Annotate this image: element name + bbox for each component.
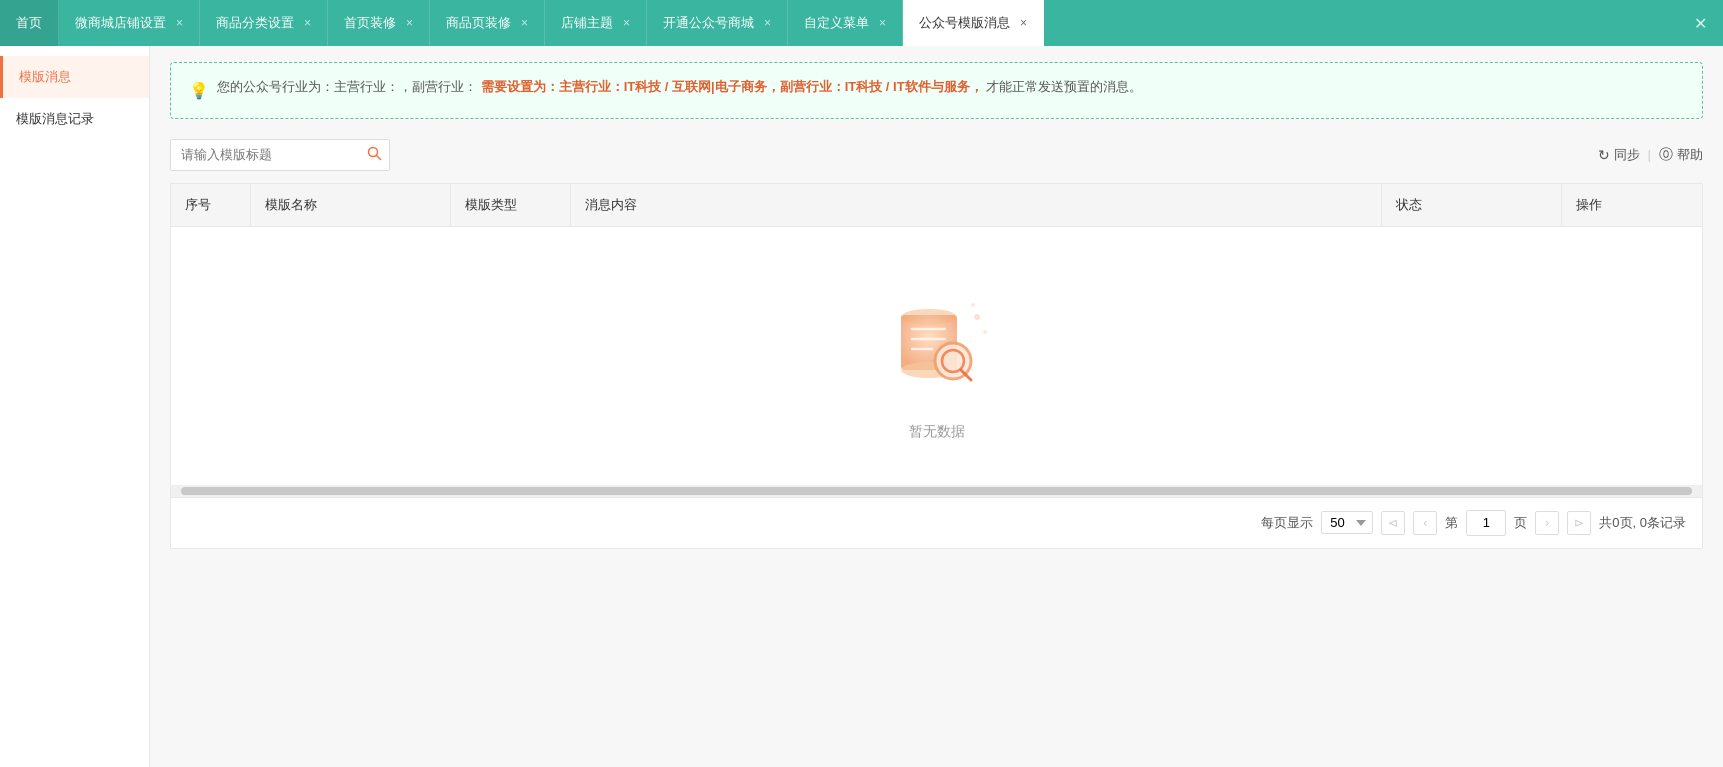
svg-line-1 — [377, 155, 381, 159]
th-seq: 序号 — [171, 184, 251, 226]
nav-tab-productpage-label: 商品页装修 — [446, 14, 511, 32]
notice-highlight: 需要设置为：主营行业：IT科技 / 互联网|电子商务，副营行业：IT科技 / I… — [481, 79, 983, 94]
nav-tab-home[interactable]: 首页 — [0, 0, 59, 46]
search-bar: ↻ 同步 | ⓪ 帮助 — [170, 139, 1703, 171]
sync-button[interactable]: ↻ 同步 — [1598, 146, 1640, 164]
horizontal-scrollbar[interactable] — [171, 485, 1702, 497]
svg-point-13 — [971, 303, 975, 307]
nav-tab-homepage-close[interactable]: × — [406, 16, 413, 30]
search-left — [170, 139, 390, 171]
nav-tab-openstore-label: 开通公众号商城 — [663, 14, 754, 32]
nav-tab-templatemsg-close[interactable]: × — [1020, 16, 1027, 30]
divider: | — [1648, 147, 1651, 162]
nav-tab-wshop-close[interactable]: × — [176, 16, 183, 30]
sidebar-item-template-msg-label: 模版消息 — [19, 69, 71, 84]
nav-tab-home-label: 首页 — [16, 14, 42, 32]
th-status: 状态 — [1382, 184, 1562, 226]
svg-point-12 — [983, 330, 987, 334]
prev-page-button[interactable]: ‹ — [1413, 511, 1437, 535]
empty-state: 暂无数据 — [171, 227, 1702, 481]
th-content: 消息内容 — [571, 184, 1382, 226]
help-label: 帮助 — [1677, 146, 1703, 164]
sidebar: 模版消息 模版消息记录 — [0, 46, 150, 767]
pagination: 每页显示 10 20 50 100 ⊲ ‹ 第 页 › ⊳ 共0页, 0条记录 — [171, 497, 1702, 548]
nav-tab-wshop[interactable]: 微商城店铺设置 × — [59, 0, 200, 46]
page-size-select[interactable]: 10 20 50 100 — [1321, 511, 1373, 534]
nav-tab-theme[interactable]: 店铺主题 × — [545, 0, 647, 46]
table-header: 序号 模版名称 模版类型 消息内容 状态 操作 — [171, 184, 1702, 227]
sync-icon: ↻ — [1598, 147, 1610, 163]
nav-tab-category-label: 商品分类设置 — [216, 14, 294, 32]
nav-tab-productpage[interactable]: 商品页装修 × — [430, 0, 545, 46]
nav-tab-theme-close[interactable]: × — [623, 16, 630, 30]
nav-tab-productpage-close[interactable]: × — [521, 16, 528, 30]
page-input[interactable] — [1466, 510, 1506, 536]
nav-tab-templatemsg[interactable]: 公众号模版消息 × — [903, 0, 1044, 46]
sidebar-item-template-msg-record-label: 模版消息记录 — [16, 111, 94, 126]
sidebar-item-template-msg-record[interactable]: 模版消息记录 — [0, 98, 149, 140]
page-size-label: 每页显示 — [1261, 514, 1313, 532]
main-layout: 模版消息 模版消息记录 💡 您的公众号行业为：主营行业：，副营行业： 需要设置为… — [0, 46, 1723, 767]
help-button[interactable]: ⓪ 帮助 — [1659, 146, 1703, 164]
page-suffix: 页 — [1514, 514, 1527, 532]
empty-illustration — [877, 287, 997, 407]
nav-tab-category[interactable]: 商品分类设置 × — [200, 0, 328, 46]
nav-tab-homepage-label: 首页装修 — [344, 14, 396, 32]
top-nav: 首页 微商城店铺设置 × 商品分类设置 × 首页装修 × 商品页装修 × 店铺主… — [0, 0, 1723, 46]
content-area: 💡 您的公众号行业为：主营行业：，副营行业： 需要设置为：主营行业：IT科技 /… — [150, 46, 1723, 767]
th-action: 操作 — [1562, 184, 1702, 226]
search-input[interactable] — [170, 139, 390, 171]
notice-text: 您的公众号行业为：主营行业：，副营行业： 需要设置为：主营行业：IT科技 / 互… — [217, 77, 1142, 98]
nav-tab-custommenu-label: 自定义菜单 — [804, 14, 869, 32]
notice-suffix: 才能正常发送预置的消息。 — [986, 79, 1142, 94]
close-all-tabs-button[interactable]: ✕ — [1694, 14, 1707, 33]
nav-tab-wshop-label: 微商城店铺设置 — [75, 14, 166, 32]
scrollbar-thumb[interactable] — [181, 487, 1692, 495]
search-icon — [367, 146, 382, 161]
last-page-button[interactable]: ⊳ — [1567, 511, 1591, 535]
notice-icon: 💡 — [189, 78, 209, 104]
nav-tab-theme-label: 店铺主题 — [561, 14, 613, 32]
search-button[interactable] — [367, 146, 382, 164]
th-name: 模版名称 — [251, 184, 451, 226]
help-icon: ⓪ — [1659, 146, 1673, 164]
total-text: 共0页, 0条记录 — [1599, 514, 1686, 532]
nav-tab-custommenu[interactable]: 自定义菜单 × — [788, 0, 903, 46]
search-right: ↻ 同步 | ⓪ 帮助 — [1598, 146, 1703, 164]
notice-prefix: 您的公众号行业为：主营行业：，副营行业： — [217, 79, 477, 94]
nav-tab-templatemsg-label: 公众号模版消息 — [919, 14, 1010, 32]
search-input-wrap — [170, 139, 390, 171]
nav-tab-custommenu-close[interactable]: × — [879, 16, 886, 30]
nav-tab-category-close[interactable]: × — [304, 16, 311, 30]
sync-label: 同步 — [1614, 146, 1640, 164]
th-type: 模版类型 — [451, 184, 571, 226]
nav-tab-openstore[interactable]: 开通公众号商城 × — [647, 0, 788, 46]
next-page-button[interactable]: › — [1535, 511, 1559, 535]
empty-text: 暂无数据 — [909, 423, 965, 441]
notice-banner: 💡 您的公众号行业为：主营行业：，副营行业： 需要设置为：主营行业：IT科技 /… — [170, 62, 1703, 119]
nav-tab-openstore-close[interactable]: × — [764, 16, 771, 30]
svg-point-11 — [974, 314, 980, 320]
page-label: 第 — [1445, 514, 1458, 532]
data-table: 序号 模版名称 模版类型 消息内容 状态 操作 — [170, 183, 1703, 549]
sidebar-item-template-msg[interactable]: 模版消息 — [0, 56, 149, 98]
first-page-button[interactable]: ⊲ — [1381, 511, 1405, 535]
nav-tab-homepage[interactable]: 首页装修 × — [328, 0, 430, 46]
